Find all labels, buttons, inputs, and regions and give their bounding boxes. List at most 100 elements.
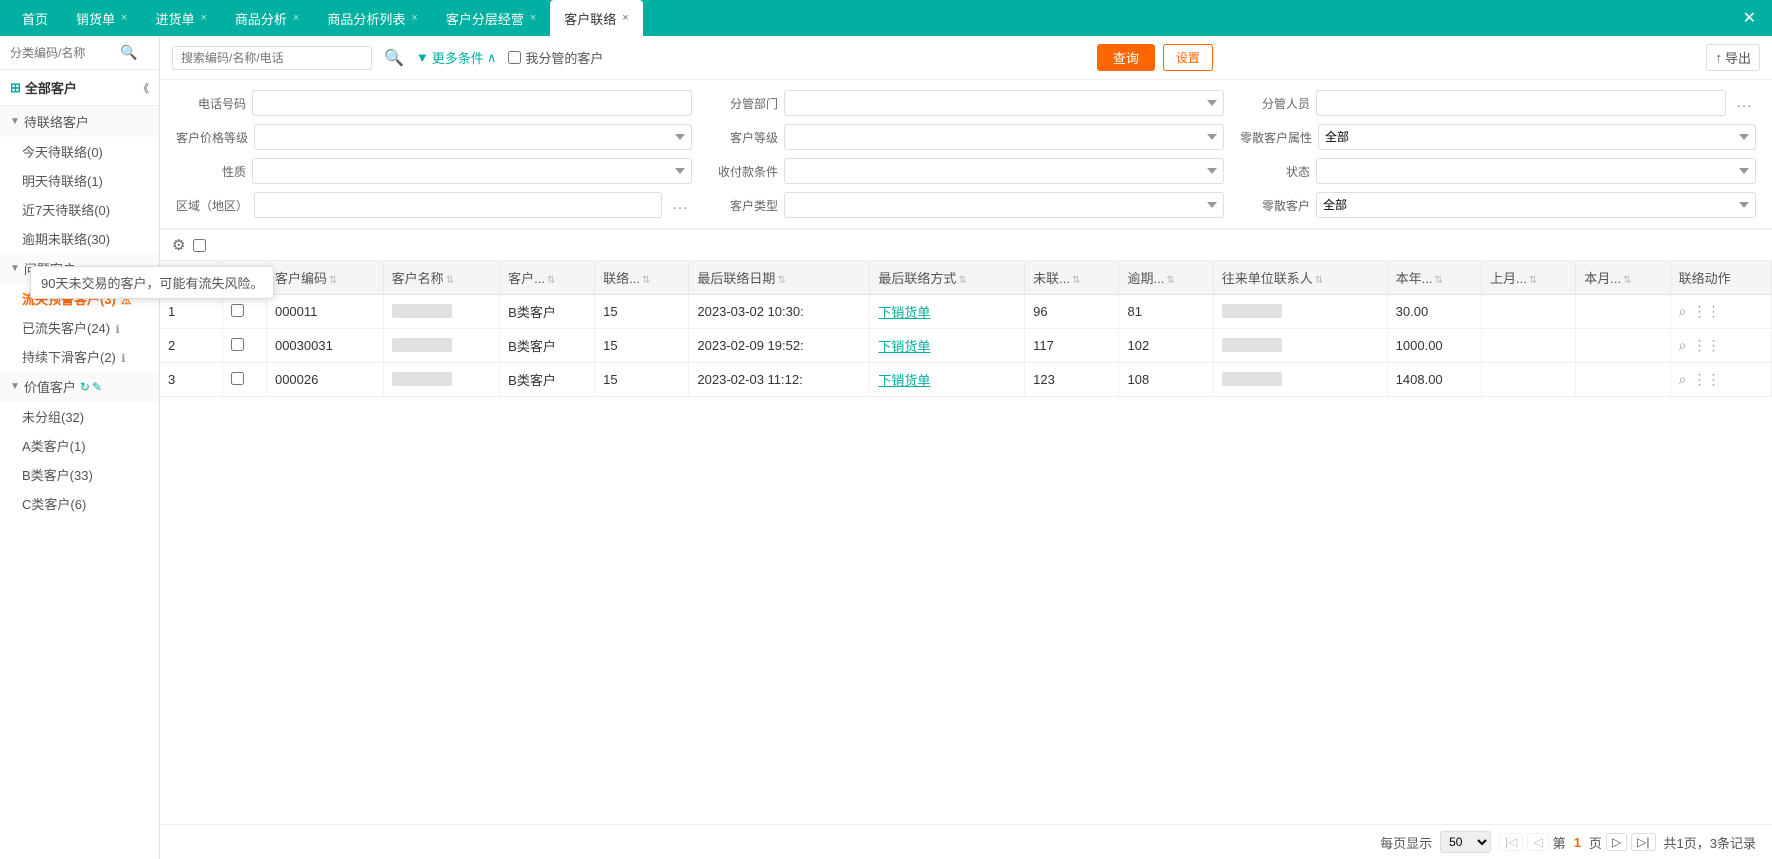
action-more-icon-1[interactable]: ⋮⋮ <box>1692 337 1720 354</box>
sidebar-group-pending[interactable]: ▼ 待联络客户 <box>0 106 159 137</box>
gender-select[interactable] <box>252 158 692 184</box>
tab-customer-tier[interactable]: 客户分层经营 × <box>432 0 550 36</box>
tab-purchase-close[interactable]: × <box>200 12 206 24</box>
sidebar-item-churned[interactable]: 已流失客户(24) ℹ <box>0 313 159 342</box>
row-checkbox-2[interactable] <box>231 372 244 385</box>
region-more-icon[interactable]: … <box>668 196 692 214</box>
price-level-select[interactable] <box>254 124 692 150</box>
cell-checkbox[interactable] <box>222 363 266 397</box>
phone-input[interactable] <box>252 90 692 116</box>
cell-last-date: 2023-02-03 11:12: <box>689 363 870 397</box>
action-more-icon-2[interactable]: ⋮⋮ <box>1692 371 1720 388</box>
action-more-icon-0[interactable]: ⋮⋮ <box>1692 303 1720 320</box>
row-checkbox-0[interactable] <box>231 304 244 317</box>
tab-analysis-list-label: 商品分析列表 <box>327 9 405 28</box>
col-overdue: 逾期...⇅ <box>1119 261 1213 295</box>
filter-field-retail: 零散客户 全部 <box>1240 192 1756 218</box>
close-all-tabs-button[interactable]: ✕ <box>1735 8 1764 28</box>
status-select[interactable] <box>1316 158 1756 184</box>
credit-select[interactable]: 全部 <box>1318 124 1756 150</box>
sidebar-search-area: 🔍 <box>0 36 159 70</box>
cell-checkbox[interactable] <box>222 295 266 329</box>
last-method-link-0[interactable]: 下销货单 <box>878 305 930 320</box>
sidebar-item-7days[interactable]: 近7天待联络(0) <box>0 195 159 224</box>
person-label: 分管人员 <box>1240 95 1310 112</box>
tab-analysis-close[interactable]: × <box>293 12 299 24</box>
tab-customer-contact[interactable]: 客户联络 × <box>550 0 642 36</box>
top-tab-bar: 首页 销货单 × 进货单 × 商品分析 × 商品分析列表 × 客户分层经营 × … <box>0 0 1772 36</box>
action-contact-icon-0[interactable]: ⌕ <box>1679 303 1687 320</box>
query-button[interactable]: 查询 <box>1097 44 1155 71</box>
tab-sales-close[interactable]: × <box>121 12 127 24</box>
total-records-label: 共1页，3条记录 <box>1664 833 1756 852</box>
tab-analysis[interactable]: 商品分析 × <box>221 0 313 36</box>
refresh-icon[interactable]: ↻ <box>80 380 90 394</box>
filter-field-status: 状态 <box>1240 158 1756 184</box>
filter-search-button[interactable]: 🔍 <box>384 48 404 68</box>
toolbar-row: ⚙ <box>160 230 1772 261</box>
tab-home[interactable]: 首页 <box>8 0 62 36</box>
sidebar-group-value[interactable]: ▼ 价值客户 ↻ ✎ <box>0 371 159 402</box>
content-area: 🔍 ▼ 更多条件 ∧ 我分管的客户 查询 设置 ↑ 导出 <box>160 36 1772 859</box>
action-icons-0: ⌕ ⋮⋮ <box>1679 303 1763 320</box>
dept-select[interactable] <box>784 90 1224 116</box>
sidebar-item-tomorrow[interactable]: 明天待联络(1) <box>0 166 159 195</box>
sidebar-item-overdue[interactable]: 逾期未联络(30) <box>0 224 159 253</box>
filter-row-3: 性质 收付款条件 状态 <box>176 158 1756 184</box>
page-label: 第 <box>1553 833 1566 852</box>
payment-select[interactable] <box>784 158 1224 184</box>
sidebar-search-input[interactable] <box>10 46 120 60</box>
tab-sales[interactable]: 销货单 × <box>62 0 141 36</box>
col-level: 客户...⇅ <box>500 261 595 295</box>
retail-select[interactable]: 全部 <box>1316 192 1756 218</box>
filter-row-4: 区域（地区） … 客户类型 零散客户 全部 <box>176 192 1756 218</box>
first-page-button[interactable]: |◁ <box>1499 833 1523 851</box>
tooltip-text: 90天未交易的客户，可能有流失风险。 <box>41 276 160 291</box>
dept-label: 分管部门 <box>708 95 778 112</box>
next-page-button[interactable]: ▷ <box>1606 833 1627 851</box>
sidebar-item-class-a[interactable]: A类客户(1) <box>0 431 159 460</box>
cell-actions: ⌕ ⋮⋮ <box>1670 363 1771 397</box>
sidebar-item-declining[interactable]: 持续下滑客户(2) ℹ <box>0 342 159 371</box>
select-all-checkbox[interactable] <box>193 239 206 252</box>
prev-page-button[interactable]: ◁ <box>1527 833 1548 851</box>
last-page-button[interactable]: ▷| <box>1631 833 1655 851</box>
edit-icon[interactable]: ✎ <box>92 380 102 394</box>
gear-settings-icon[interactable]: ⚙ <box>172 236 185 254</box>
filter-search-input[interactable] <box>172 46 372 70</box>
last-method-link-1[interactable]: 下销货单 <box>878 339 930 354</box>
sidebar-item-class-b[interactable]: B类客户(33) <box>0 460 159 489</box>
action-contact-icon-2[interactable]: ⌕ <box>1679 371 1687 388</box>
filter-more-conditions[interactable]: ▼ 更多条件 ∧ <box>416 48 496 67</box>
filter-my-customers[interactable]: 我分管的客户 <box>508 48 603 67</box>
gender-label: 性质 <box>176 163 246 180</box>
export-button[interactable]: ↑ 导出 <box>1706 44 1760 71</box>
last-method-link-2[interactable]: 下销货单 <box>878 373 930 388</box>
blurred-liaison-2 <box>1222 372 1282 386</box>
sidebar-all-customers[interactable]: ⊞ 全部客户 《 <box>0 70 159 106</box>
tab-analysis-list-close[interactable]: × <box>411 12 417 24</box>
tab-analysis-list[interactable]: 商品分析列表 × <box>313 0 431 36</box>
tab-purchase[interactable]: 进货单 × <box>141 0 220 36</box>
customer-level-select[interactable] <box>784 124 1224 150</box>
action-contact-icon-1[interactable]: ⌕ <box>1679 337 1687 354</box>
row-checkbox-1[interactable] <box>231 338 244 351</box>
table-container: 序号 客户编码⇅ 客户名称⇅ 客户...⇅ 联络...⇅ 最后联络日期⇅ 最后联… <box>160 261 1772 824</box>
sidebar-item-unclassified[interactable]: 未分组(32) <box>0 402 159 431</box>
cell-checkbox[interactable] <box>222 329 266 363</box>
tab-customer-tier-close[interactable]: × <box>530 12 536 24</box>
filter-row-2: 客户价格等级 客户等级 零散客户属性 全部 <box>176 124 1756 150</box>
settings-button[interactable]: 设置 <box>1163 44 1213 71</box>
tab-customer-contact-close[interactable]: × <box>622 12 628 24</box>
export-icon: ↑ <box>1715 50 1722 65</box>
person-input[interactable] <box>1316 90 1726 116</box>
person-more-icon[interactable]: … <box>1732 94 1756 112</box>
sidebar-item-today[interactable]: 今天待联络(0) <box>0 137 159 166</box>
per-page-select[interactable]: 50 100 200 <box>1440 831 1491 853</box>
region-input[interactable] <box>254 192 662 218</box>
customer-type-select[interactable] <box>784 192 1224 218</box>
col-contact: 联络...⇅ <box>595 261 689 295</box>
sidebar-item-class-c[interactable]: C类客户(6) <box>0 489 159 518</box>
my-customers-label: 我分管的客户 <box>525 48 603 67</box>
my-customers-checkbox[interactable] <box>508 51 521 64</box>
